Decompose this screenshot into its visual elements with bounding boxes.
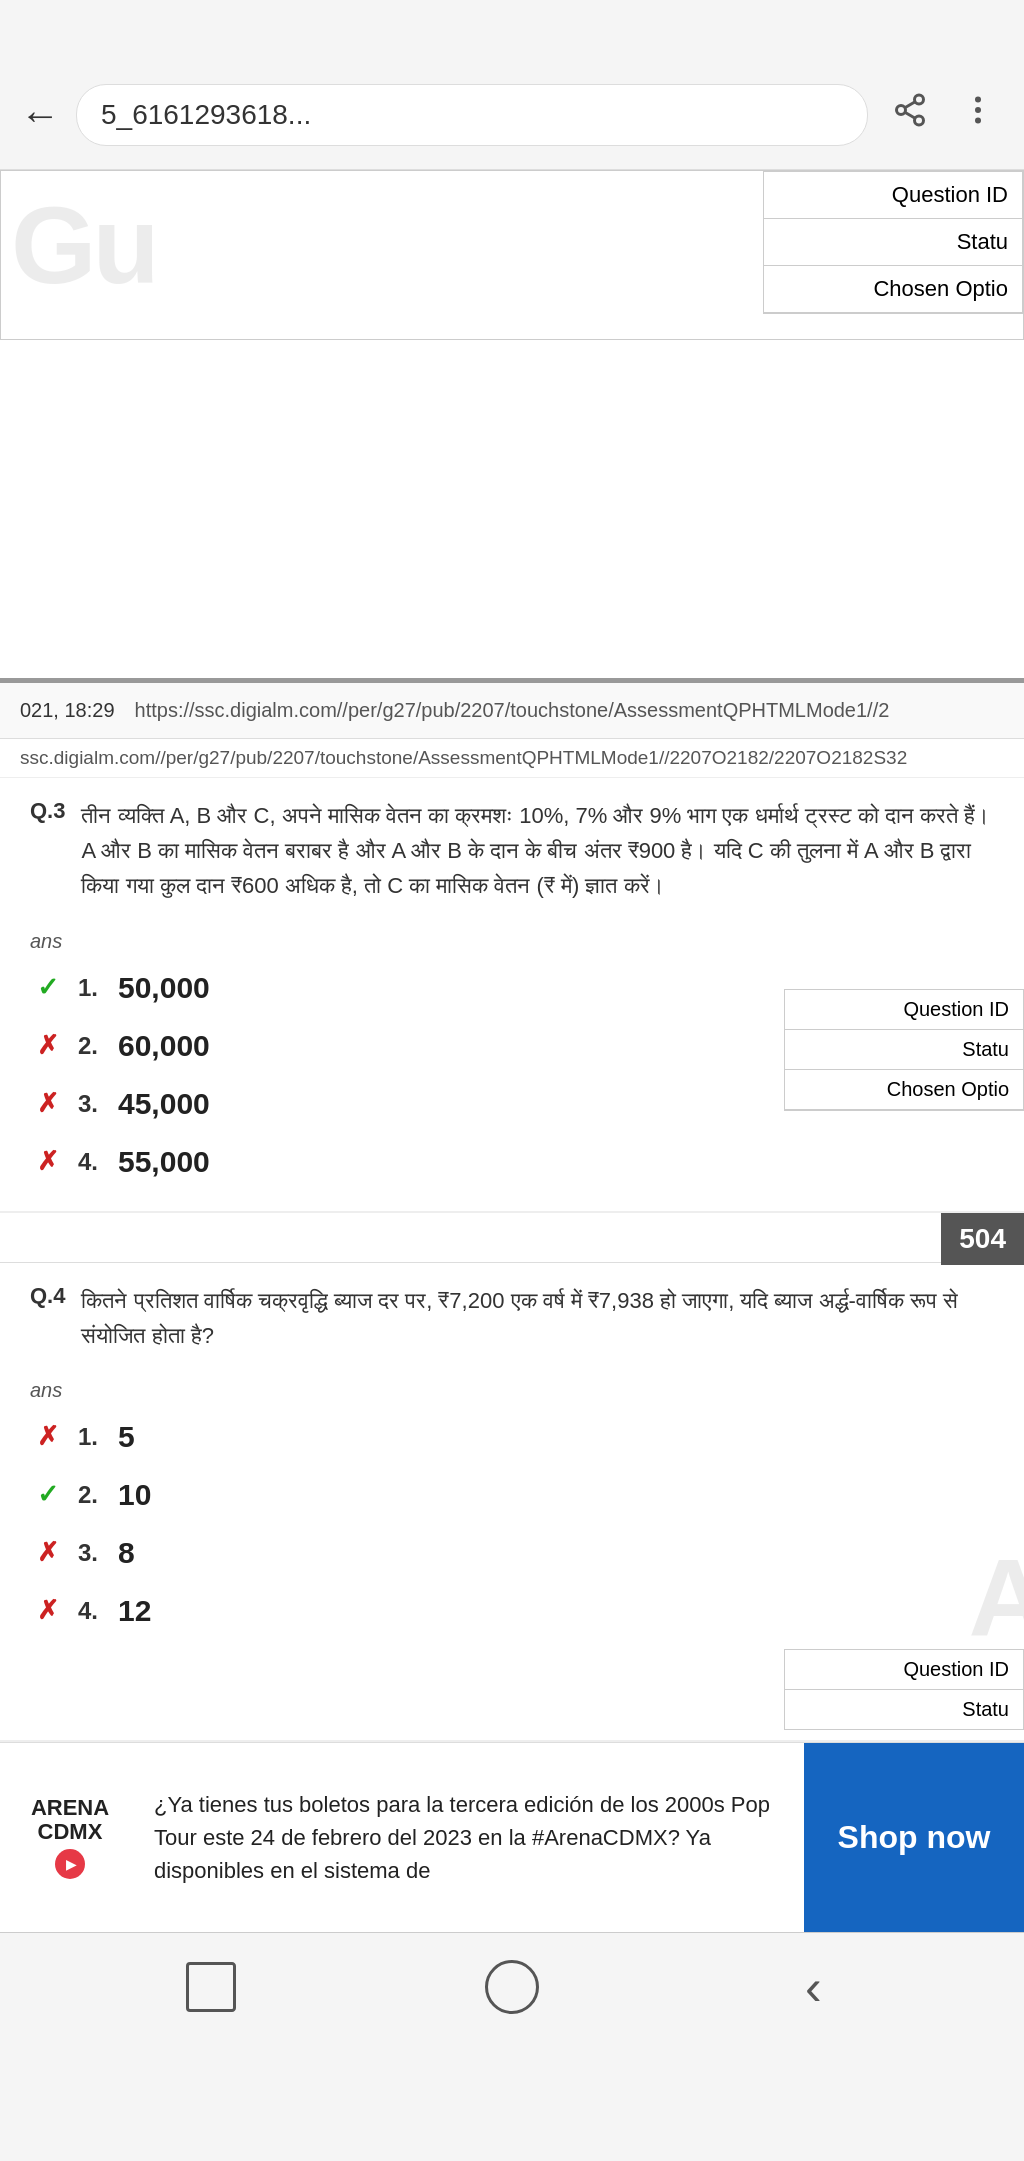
option-number: 1. bbox=[78, 974, 106, 1002]
badge-504: 504 bbox=[941, 1213, 1024, 1265]
circle-icon bbox=[485, 1960, 539, 2014]
svg-point-0 bbox=[915, 95, 924, 104]
square-icon bbox=[186, 1962, 236, 2012]
svg-point-7 bbox=[975, 118, 981, 124]
svg-point-6 bbox=[975, 107, 981, 113]
svg-point-2 bbox=[915, 116, 924, 125]
list-item: ✗ 3. 8 bbox=[30, 1524, 994, 1582]
q3-section: Q.3 तीन व्यक्ति A, B और C, अपने मासिक वे… bbox=[0, 778, 1024, 1213]
svg-line-4 bbox=[905, 102, 915, 108]
option-number: 3. bbox=[78, 1539, 106, 1567]
ad-banner: ARENA CDMX ¿Ya tienes tus boletos para l… bbox=[0, 1742, 1024, 1932]
nav-home-button[interactable] bbox=[477, 1952, 547, 2022]
web-content: Gu Question ID Statu Chosen Optio 021, 1… bbox=[0, 170, 1024, 1932]
svg-line-3 bbox=[905, 112, 915, 118]
shop-now-label: Shop now bbox=[838, 1819, 991, 1856]
option-value: 60,000 bbox=[118, 1029, 210, 1063]
option-value: 8 bbox=[118, 1536, 135, 1570]
wrong-icon: ✗ bbox=[30, 1146, 66, 1177]
option-value: 5 bbox=[118, 1420, 135, 1454]
option-number: 2. bbox=[78, 1481, 106, 1509]
page-url-text: https://ssc.digialm.com//per/g27/pub/220… bbox=[135, 699, 890, 722]
nav-back-button[interactable]: ‹ bbox=[778, 1952, 848, 2022]
q3-table-status: Statu bbox=[785, 1030, 1023, 1070]
nav-bar: ‹ bbox=[0, 1932, 1024, 2042]
ad-text: ¿Ya tienes tus boletos para la tercera e… bbox=[140, 1778, 804, 1897]
ad-logo-cdmx: CDMX bbox=[38, 1819, 103, 1844]
correct-icon: ✓ bbox=[30, 972, 66, 1003]
wrong-icon: ✗ bbox=[30, 1537, 66, 1568]
empty-area bbox=[0, 340, 1024, 680]
ad-play-icon bbox=[55, 1849, 85, 1879]
share-button[interactable] bbox=[884, 84, 936, 145]
q3-ans-label: ans bbox=[30, 930, 62, 952]
back-button[interactable]: ← bbox=[20, 95, 60, 135]
q4-label: Q.4 bbox=[30, 1283, 65, 1361]
option-value: 12 bbox=[118, 1594, 151, 1628]
wrong-icon: ✗ bbox=[30, 1088, 66, 1119]
option-value: 55,000 bbox=[118, 1145, 210, 1179]
q4-ans-label: ans bbox=[30, 1379, 62, 1401]
back-arrow-icon: ‹ bbox=[805, 1962, 822, 2012]
option-number: 1. bbox=[78, 1423, 106, 1451]
correct-icon: ✓ bbox=[30, 1479, 66, 1510]
list-item: ✓ 2. 10 bbox=[30, 1466, 994, 1524]
q4-table-status: Statu bbox=[785, 1690, 1023, 1729]
option-value: 10 bbox=[118, 1478, 151, 1512]
option-value: 50,000 bbox=[118, 971, 210, 1005]
url-bar[interactable]: 5_6161293618... bbox=[76, 84, 868, 146]
browser-bar: ← 5_6161293618... bbox=[0, 60, 1024, 170]
list-item: ✗ 1. 5 bbox=[30, 1408, 994, 1466]
svg-point-5 bbox=[975, 97, 981, 103]
page-url-bar: 021, 18:29 https://ssc.digialm.com//per/… bbox=[0, 683, 1024, 739]
q3-text: तीन व्यक्ति A, B और C, अपने मासिक वेतन क… bbox=[81, 798, 994, 904]
q3-table-chosen: Chosen Optio bbox=[785, 1070, 1023, 1110]
option-value: 45,000 bbox=[118, 1087, 210, 1121]
table-header-status: Statu bbox=[764, 219, 1022, 266]
wrong-icon: ✗ bbox=[30, 1595, 66, 1626]
q4-text: कितने प्रतिशत वार्षिक चक्रवृद्धि ब्याज द… bbox=[81, 1283, 994, 1353]
q3-label: Q.3 bbox=[30, 798, 65, 912]
nav-square-button[interactable] bbox=[176, 1952, 246, 2022]
google-watermark-bottom: A bbox=[969, 1533, 1024, 1660]
google-watermark: Gu bbox=[11, 181, 156, 308]
ad-logo-arena: ARENA bbox=[31, 1795, 109, 1820]
svg-point-1 bbox=[897, 106, 906, 115]
q3-table-question-id: Question ID bbox=[785, 990, 1023, 1030]
option-number: 2. bbox=[78, 1032, 106, 1060]
table-header-question-id: Question ID bbox=[764, 172, 1022, 219]
option-number: 3. bbox=[78, 1090, 106, 1118]
q4-table-question-id: Question ID bbox=[785, 1650, 1023, 1690]
more-button[interactable] bbox=[952, 84, 1004, 145]
q4-section: Q.4 कितने प्रतिशत वार्षिक चक्रवृद्धि ब्य… bbox=[0, 1263, 1024, 1742]
status-bar bbox=[0, 0, 1024, 60]
table-header-chosen-option: Chosen Optio bbox=[764, 266, 1022, 313]
list-item: ✗ 4. 55,000 bbox=[30, 1133, 994, 1191]
option-number: 4. bbox=[78, 1597, 106, 1625]
ad-logo: ARENA CDMX bbox=[0, 1786, 140, 1888]
wrong-icon: ✗ bbox=[30, 1030, 66, 1061]
shop-now-button[interactable]: Shop now bbox=[804, 1743, 1024, 1932]
list-item: ✗ 4. 12 bbox=[30, 1582, 994, 1640]
q4-options: ✗ 1. 5 ✓ 2. 10 ✗ 3. 8 ✗ 4. 12 bbox=[30, 1408, 994, 1640]
full-url-bar: ssc.digialm.com//per/g27/pub/2207/touchs… bbox=[0, 739, 1024, 778]
partial-table-top: Gu Question ID Statu Chosen Optio bbox=[0, 170, 1024, 340]
page-time: 021, 18:29 bbox=[20, 699, 115, 722]
wrong-icon: ✗ bbox=[30, 1421, 66, 1452]
option-number: 4. bbox=[78, 1148, 106, 1176]
